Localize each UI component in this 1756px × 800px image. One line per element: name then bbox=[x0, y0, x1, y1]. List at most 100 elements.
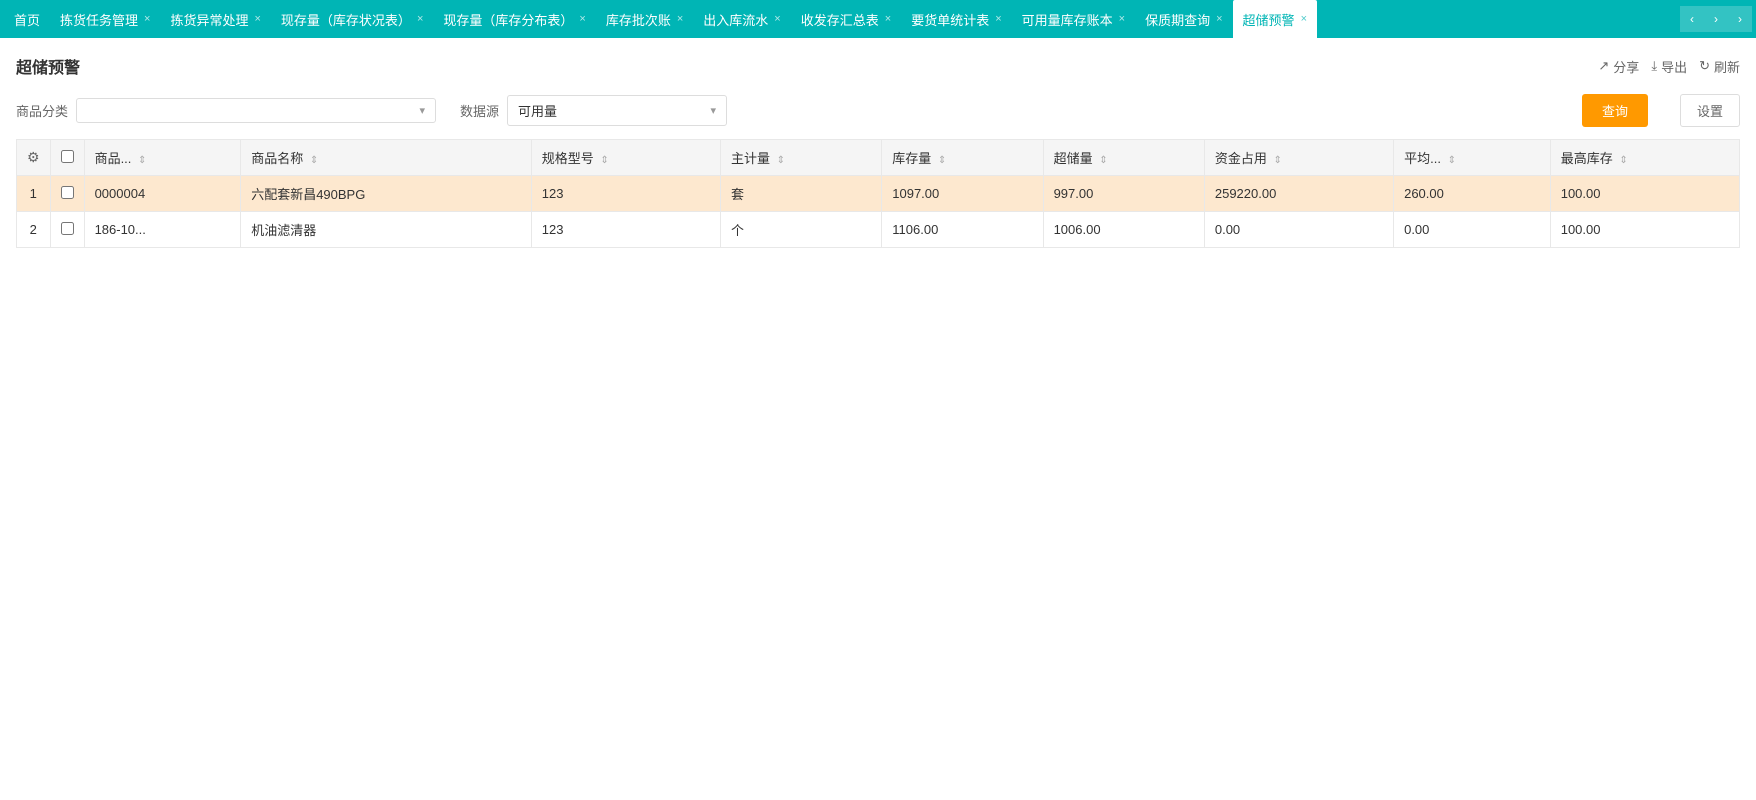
th-max-stock[interactable]: 最高库存 ⇕ bbox=[1550, 140, 1739, 176]
page-container: 超储预警 ↗ 分享 ⤓ 导出 ↻ 刷新 商品分类 ▾ 数据源 bbox=[0, 38, 1756, 800]
row-checkbox-cell bbox=[50, 212, 84, 248]
datasource-select[interactable]: 可用量 ▾ bbox=[507, 95, 727, 126]
close-icon[interactable]: × bbox=[995, 13, 1001, 25]
table-row: 1 0000004 六配套新昌490BPG 123 套 1097.00 997.… bbox=[17, 176, 1740, 212]
export-button[interactable]: ⤓ 导出 bbox=[1651, 57, 1687, 76]
close-icon[interactable]: × bbox=[144, 13, 150, 25]
nav-overstock-warning[interactable]: 超储预警 × bbox=[1233, 0, 1317, 38]
nav-more-button[interactable]: › bbox=[1728, 6, 1752, 32]
table-row: 2 186-10... 机油滤清器 123 个 1106.00 1006.00 … bbox=[17, 212, 1740, 248]
sort-icon: ⇕ bbox=[938, 155, 946, 166]
share-icon: ↗ bbox=[1598, 58, 1609, 74]
nav-summary[interactable]: 收发存汇总表 × bbox=[791, 0, 901, 38]
page-header: 超储预警 ↗ 分享 ⤓ 导出 ↻ 刷新 bbox=[16, 54, 1740, 78]
sort-icon: ⇕ bbox=[777, 155, 785, 166]
max-stock-cell: 100.00 bbox=[1550, 176, 1739, 212]
capital-occupy-cell: 259220.00 bbox=[1204, 176, 1393, 212]
stock-cell: 1097.00 bbox=[882, 176, 1043, 212]
th-product-code[interactable]: 商品... ⇕ bbox=[84, 140, 241, 176]
datasource-select-value: 可用量 bbox=[518, 101, 557, 120]
spec-cell: 123 bbox=[531, 212, 720, 248]
select-all-checkbox[interactable] bbox=[61, 150, 74, 163]
nav-flow[interactable]: 出入库流水 × bbox=[693, 0, 790, 38]
page-title: 超储预警 bbox=[16, 54, 80, 78]
th-stock[interactable]: 库存量 ⇕ bbox=[882, 140, 1043, 176]
unit-cell: 套 bbox=[720, 176, 881, 212]
category-select[interactable]: ▾ bbox=[76, 98, 436, 123]
row-num-cell: 2 bbox=[17, 212, 51, 248]
th-capital-occupy[interactable]: 资金占用 ⇕ bbox=[1204, 140, 1393, 176]
stock-cell: 1106.00 bbox=[882, 212, 1043, 248]
sort-icon: ⇕ bbox=[310, 155, 318, 166]
product-code-cell: 0000004 bbox=[84, 176, 241, 212]
close-icon[interactable]: × bbox=[1119, 13, 1125, 25]
nav-home[interactable]: 首页 bbox=[4, 0, 50, 38]
row-checkbox-cell bbox=[50, 176, 84, 212]
data-table: ⚙ 商品... ⇕ 商品名称 ⇕ 规格型号 ⇕ 主计量 bbox=[16, 139, 1740, 248]
th-checkbox bbox=[50, 140, 84, 176]
sort-icon: ⇕ bbox=[138, 155, 146, 166]
close-icon[interactable]: × bbox=[417, 13, 423, 25]
nav-quality-period[interactable]: 保质期查询 × bbox=[1135, 0, 1232, 38]
filter-row: 商品分类 ▾ 数据源 可用量 ▾ 查询 设置 bbox=[16, 94, 1740, 127]
overstock-cell: 1006.00 bbox=[1043, 212, 1204, 248]
row-num-cell: 1 bbox=[17, 176, 51, 212]
th-spec[interactable]: 规格型号 ⇕ bbox=[531, 140, 720, 176]
avg-cell: 0.00 bbox=[1394, 212, 1551, 248]
avg-cell: 260.00 bbox=[1394, 176, 1551, 212]
nav-prev-button[interactable]: ‹ bbox=[1680, 6, 1704, 32]
product-name-cell: 机油滤清器 bbox=[241, 212, 532, 248]
nav-stock-status[interactable]: 现存量（库存状况表） × bbox=[271, 0, 433, 38]
product-code-cell: 186-10... bbox=[84, 212, 241, 248]
datasource-filter: 数据源 可用量 ▾ bbox=[460, 95, 727, 126]
th-settings: ⚙ bbox=[17, 140, 51, 176]
sort-icon: ⇕ bbox=[600, 155, 608, 166]
spec-cell: 123 bbox=[531, 176, 720, 212]
export-icon: ⤓ bbox=[1651, 58, 1657, 74]
category-filter: 商品分类 ▾ bbox=[16, 98, 436, 123]
refresh-button[interactable]: ↻ 刷新 bbox=[1699, 57, 1740, 76]
sort-icon: ⇕ bbox=[1619, 155, 1627, 166]
close-icon[interactable]: × bbox=[254, 13, 260, 25]
nav-available-book[interactable]: 可用量库存账本 × bbox=[1012, 0, 1135, 38]
th-unit[interactable]: 主计量 ⇕ bbox=[720, 140, 881, 176]
settings-button[interactable]: 设置 bbox=[1680, 94, 1740, 127]
th-product-name[interactable]: 商品名称 ⇕ bbox=[241, 140, 532, 176]
close-icon[interactable]: × bbox=[579, 13, 585, 25]
th-avg[interactable]: 平均... ⇕ bbox=[1394, 140, 1551, 176]
th-overstock[interactable]: 超储量 ⇕ bbox=[1043, 140, 1204, 176]
max-stock-cell: 100.00 bbox=[1550, 212, 1739, 248]
nav-exception-handling[interactable]: 拣货异常处理 × bbox=[160, 0, 270, 38]
header-actions: ↗ 分享 ⤓ 导出 ↻ 刷新 bbox=[1598, 57, 1740, 76]
row-checkbox[interactable] bbox=[61, 222, 74, 235]
row-checkbox[interactable] bbox=[61, 186, 74, 199]
chevron-down-icon: ▾ bbox=[711, 104, 717, 117]
query-button[interactable]: 查询 bbox=[1582, 94, 1648, 127]
sort-icon: ⇕ bbox=[1274, 155, 1282, 166]
close-icon[interactable]: × bbox=[1216, 13, 1222, 25]
sort-icon: ⇕ bbox=[1448, 155, 1456, 166]
refresh-icon: ↻ bbox=[1699, 58, 1710, 74]
nav-requisition-stats[interactable]: 要货单统计表 × bbox=[901, 0, 1011, 38]
category-label: 商品分类 bbox=[16, 101, 68, 120]
table-header-row: ⚙ 商品... ⇕ 商品名称 ⇕ 规格型号 ⇕ 主计量 bbox=[17, 140, 1740, 176]
nav-stock-distribution[interactable]: 现存量（库存分布表） × bbox=[433, 0, 595, 38]
nav-next-button[interactable]: › bbox=[1704, 6, 1728, 32]
nav-arrows: ‹ › › bbox=[1680, 6, 1752, 32]
close-icon[interactable]: × bbox=[1301, 13, 1307, 25]
unit-cell: 个 bbox=[720, 212, 881, 248]
nav-task-management[interactable]: 拣货任务管理 × bbox=[50, 0, 160, 38]
close-icon[interactable]: × bbox=[885, 13, 891, 25]
gear-icon[interactable]: ⚙ bbox=[27, 149, 40, 165]
chevron-down-icon: ▾ bbox=[419, 104, 425, 117]
product-name-cell: 六配套新昌490BPG bbox=[241, 176, 532, 212]
sort-icon: ⇕ bbox=[1099, 155, 1107, 166]
overstock-cell: 997.00 bbox=[1043, 176, 1204, 212]
close-icon[interactable]: × bbox=[677, 13, 683, 25]
capital-occupy-cell: 0.00 bbox=[1204, 212, 1393, 248]
share-button[interactable]: ↗ 分享 bbox=[1598, 57, 1639, 76]
close-icon[interactable]: × bbox=[774, 13, 780, 25]
top-nav: 首页 拣货任务管理 × 拣货异常处理 × 现存量（库存状况表） × 现存量（库存… bbox=[0, 0, 1756, 38]
datasource-label: 数据源 bbox=[460, 101, 499, 120]
nav-batch-account[interactable]: 库存批次账 × bbox=[596, 0, 693, 38]
